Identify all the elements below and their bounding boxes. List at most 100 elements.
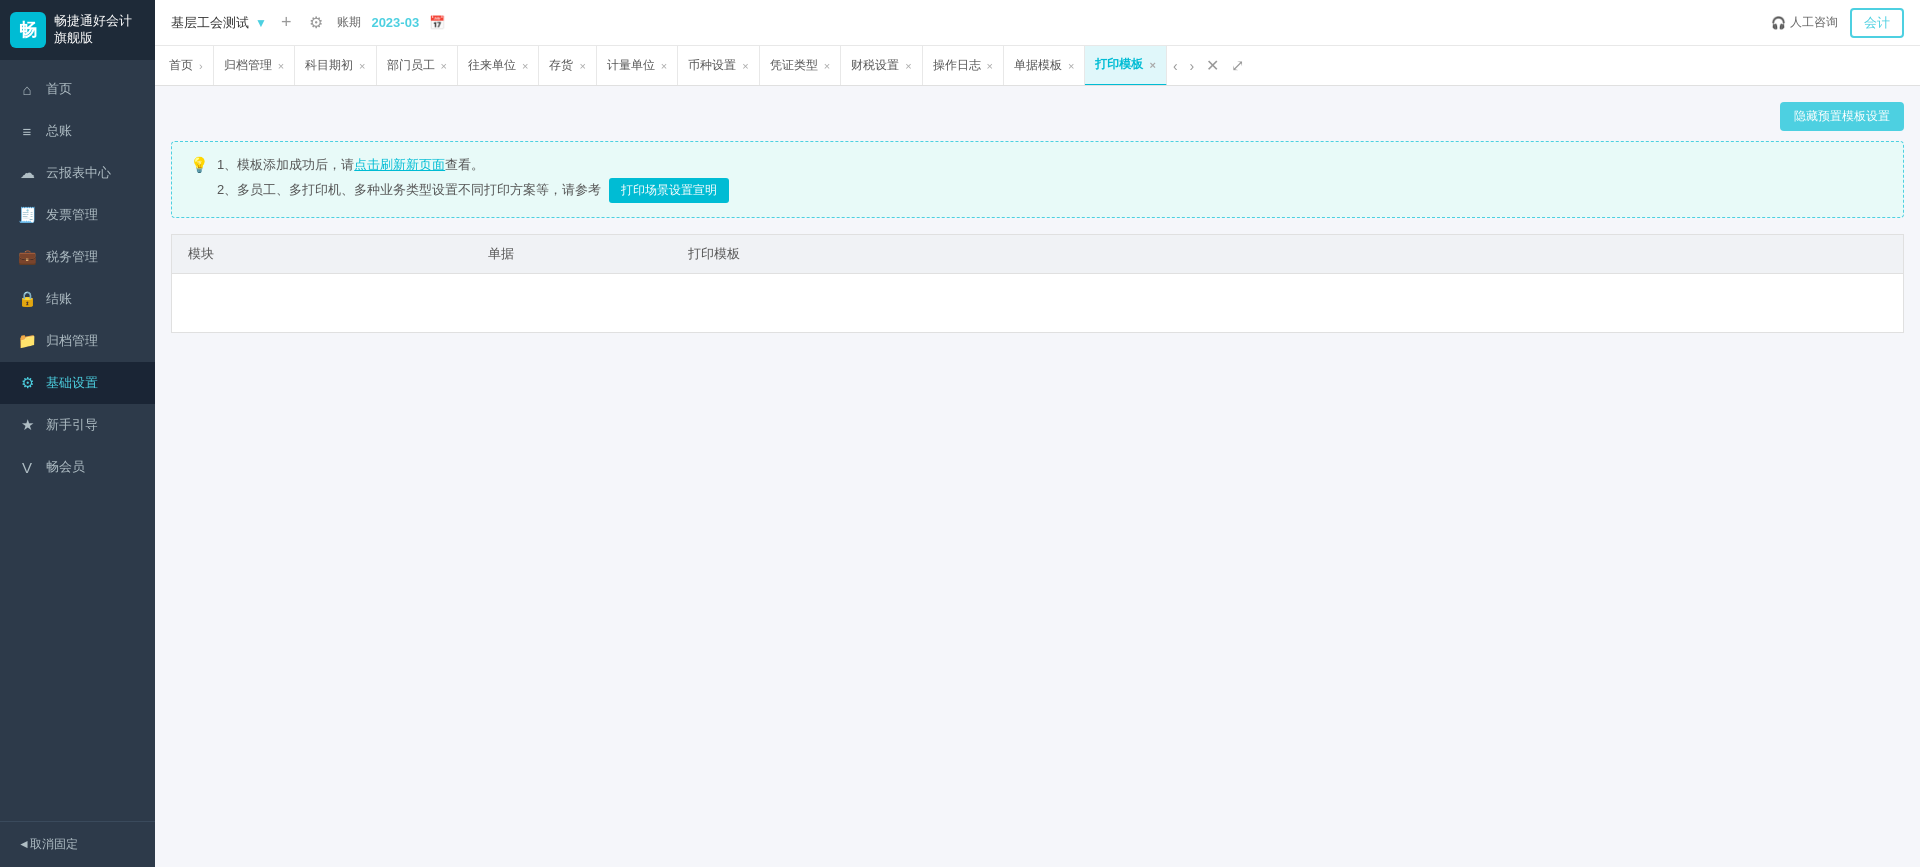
tab-prev-button[interactable]: ‹ [1167, 46, 1184, 86]
tab-tax-settings[interactable]: 财税设置 × [841, 46, 922, 86]
settings-icon: ⚙ [18, 374, 36, 392]
home-icon: ⌂ [18, 81, 36, 98]
tab-subject-init[interactable]: 科目期初 × [295, 46, 376, 86]
tab-label: 打印模板 [1095, 56, 1143, 73]
tab-unit[interactable]: 计量单位 × [597, 46, 678, 86]
col-module-header: 模块 [172, 235, 472, 273]
tab-clients[interactable]: 往来单位 × [458, 46, 539, 86]
close-icon[interactable]: × [905, 60, 911, 72]
sidebar-nav: ⌂ 首页 ≡ 总账 ☁ 云报表中心 🧾 发票管理 💼 税务管理 🔒 结账 📁 归… [0, 60, 155, 821]
logo-text: 畅捷通好会计 旗舰版 [54, 13, 132, 47]
sidebar-item-home[interactable]: ⌂ 首页 [0, 68, 155, 110]
calendar-icon[interactable]: 📅 [429, 15, 445, 30]
close-icon[interactable]: × [824, 60, 830, 72]
print-scene-btn[interactable]: 打印场景设置宣明 [609, 178, 729, 203]
sidebar-item-label: 新手引导 [46, 416, 98, 434]
info-text-2: 2、多员工、多打印机、多种业务类型设置不同打印方案等，请参考 打印场景设置宣明 [217, 178, 729, 203]
logo-icon: 畅 [10, 12, 46, 48]
close-icon[interactable]: × [1149, 59, 1155, 71]
hide-template-button[interactable]: 隐藏预置模板设置 [1780, 102, 1904, 131]
unpin-button[interactable]: ◄取消固定 [0, 821, 155, 867]
close-icon[interactable]: × [742, 60, 748, 72]
close-icon[interactable]: × [987, 60, 993, 72]
sidebar-item-invoice[interactable]: 🧾 发票管理 [0, 194, 155, 236]
info-row-2: 💡 2、多员工、多打印机、多种业务类型设置不同打印方案等，请参考 打印场景设置宣… [190, 178, 1885, 203]
tab-home[interactable]: 首页 › [159, 46, 214, 86]
col-voucher-header: 单据 [472, 235, 672, 273]
tab-label: 凭证类型 [770, 57, 818, 74]
content-area: 隐藏预置模板设置 💡 1、模板添加成功后，请点击刷新新页面查看。 💡 2、多员工… [155, 86, 1920, 867]
period-value: 2023-03 [371, 15, 419, 30]
sidebar-item-label: 总账 [46, 122, 72, 140]
main-area: 基层工会测试 ▼ + ⚙ 账期 2023-03 📅 🎧 人工咨询 会计 首页 ›… [155, 0, 1920, 867]
tab-label: 财税设置 [851, 57, 899, 74]
info-box: 💡 1、模板添加成功后，请点击刷新新页面查看。 💡 2、多员工、多打印机、多种业… [171, 141, 1904, 218]
tab-next-button[interactable]: › [1184, 46, 1201, 86]
tab-department[interactable]: 部门员工 × [377, 46, 458, 86]
table-body [171, 273, 1904, 333]
sidebar-item-label: 发票管理 [46, 206, 98, 224]
sidebar-item-label: 结账 [46, 290, 72, 308]
archive-icon: 📁 [18, 332, 36, 350]
lock-icon: 🔒 [18, 290, 36, 308]
close-icon[interactable]: × [522, 60, 528, 72]
tab-label: 存货 [549, 57, 573, 74]
tab-doc-template[interactable]: 单据模板 × [1004, 46, 1085, 86]
tab-label: 币种设置 [688, 57, 736, 74]
sidebar-item-reports[interactable]: ☁ 云报表中心 [0, 152, 155, 194]
info-text-1: 1、模板添加成功后，请点击刷新新页面查看。 [217, 156, 484, 174]
tab-label: 首页 [169, 57, 193, 74]
lightbulb-icon: 💡 [190, 156, 209, 174]
tab-inventory[interactable]: 存货 × [539, 46, 596, 86]
company-name: 基层工会测试 [171, 14, 249, 32]
topbar-right: 🎧 人工咨询 会计 [1771, 8, 1904, 38]
sidebar: 畅 畅捷通好会计 旗舰版 ⌂ 首页 ≡ 总账 ☁ 云报表中心 🧾 发票管理 💼 … [0, 0, 155, 867]
close-icon[interactable]: × [661, 60, 667, 72]
close-icon[interactable]: × [1068, 60, 1074, 72]
sidebar-item-close[interactable]: 🔒 结账 [0, 278, 155, 320]
sidebar-item-settings[interactable]: ⚙ 基础设置 [0, 362, 155, 404]
add-tab-button[interactable]: + [277, 12, 296, 33]
close-icon[interactable]: × [278, 60, 284, 72]
sidebar-item-tax[interactable]: 💼 税务管理 [0, 236, 155, 278]
refresh-link[interactable]: 点击刷新新页面 [354, 157, 445, 172]
dropdown-arrow-icon: ▼ [255, 16, 267, 30]
customer-service-button[interactable]: 🎧 人工咨询 [1771, 14, 1838, 31]
company-selector[interactable]: 基层工会测试 ▼ [171, 14, 267, 32]
star-icon: ★ [18, 416, 36, 434]
topbar: 基层工会测试 ▼ + ⚙ 账期 2023-03 📅 🎧 人工咨询 会计 [155, 0, 1920, 46]
action-bar: 隐藏预置模板设置 [171, 102, 1904, 131]
sidebar-item-label: 云报表中心 [46, 164, 111, 182]
tab-operation-log[interactable]: 操作日志 × [923, 46, 1004, 86]
table-header: 模块 单据 打印模板 [171, 234, 1904, 273]
sidebar-item-member[interactable]: V 畅会员 [0, 446, 155, 488]
tab-print-template[interactable]: 打印模板 × [1085, 46, 1166, 86]
tab-label: 操作日志 [933, 57, 981, 74]
sidebar-item-archive[interactable]: 📁 归档管理 [0, 320, 155, 362]
tabbar: 首页 › 归档管理 × 科目期初 × 部门员工 × 往来单位 × 存货 × 计量… [155, 46, 1920, 86]
tab-currency[interactable]: 币种设置 × [678, 46, 759, 86]
gear-icon[interactable]: ⚙ [305, 13, 327, 32]
sidebar-item-ledger[interactable]: ≡ 总账 [0, 110, 155, 152]
tab-label: 部门员工 [387, 57, 435, 74]
tab-label: 计量单位 [607, 57, 655, 74]
close-icon[interactable]: × [579, 60, 585, 72]
col-template-header: 打印模板 [672, 235, 1903, 273]
sidebar-logo: 畅 畅捷通好会计 旗舰版 [0, 0, 155, 60]
expand-button[interactable]: ⤢ [1225, 46, 1250, 86]
tab-archive[interactable]: 归档管理 × [214, 46, 295, 86]
account-button[interactable]: 会计 [1850, 8, 1904, 38]
tab-label: 往来单位 [468, 57, 516, 74]
sidebar-item-guide[interactable]: ★ 新手引导 [0, 404, 155, 446]
close-all-tabs-button[interactable]: ✕ [1200, 46, 1225, 86]
tab-voucher-type[interactable]: 凭证类型 × [760, 46, 841, 86]
member-icon: V [18, 459, 36, 476]
sidebar-item-label: 畅会员 [46, 458, 85, 476]
close-icon[interactable]: × [441, 60, 447, 72]
tab-label: 单据模板 [1014, 57, 1062, 74]
invoice-icon: 🧾 [18, 206, 36, 224]
close-icon[interactable]: × [359, 60, 365, 72]
tab-label: 科目期初 [305, 57, 353, 74]
sidebar-item-label: 税务管理 [46, 248, 98, 266]
tab-label: 归档管理 [224, 57, 272, 74]
